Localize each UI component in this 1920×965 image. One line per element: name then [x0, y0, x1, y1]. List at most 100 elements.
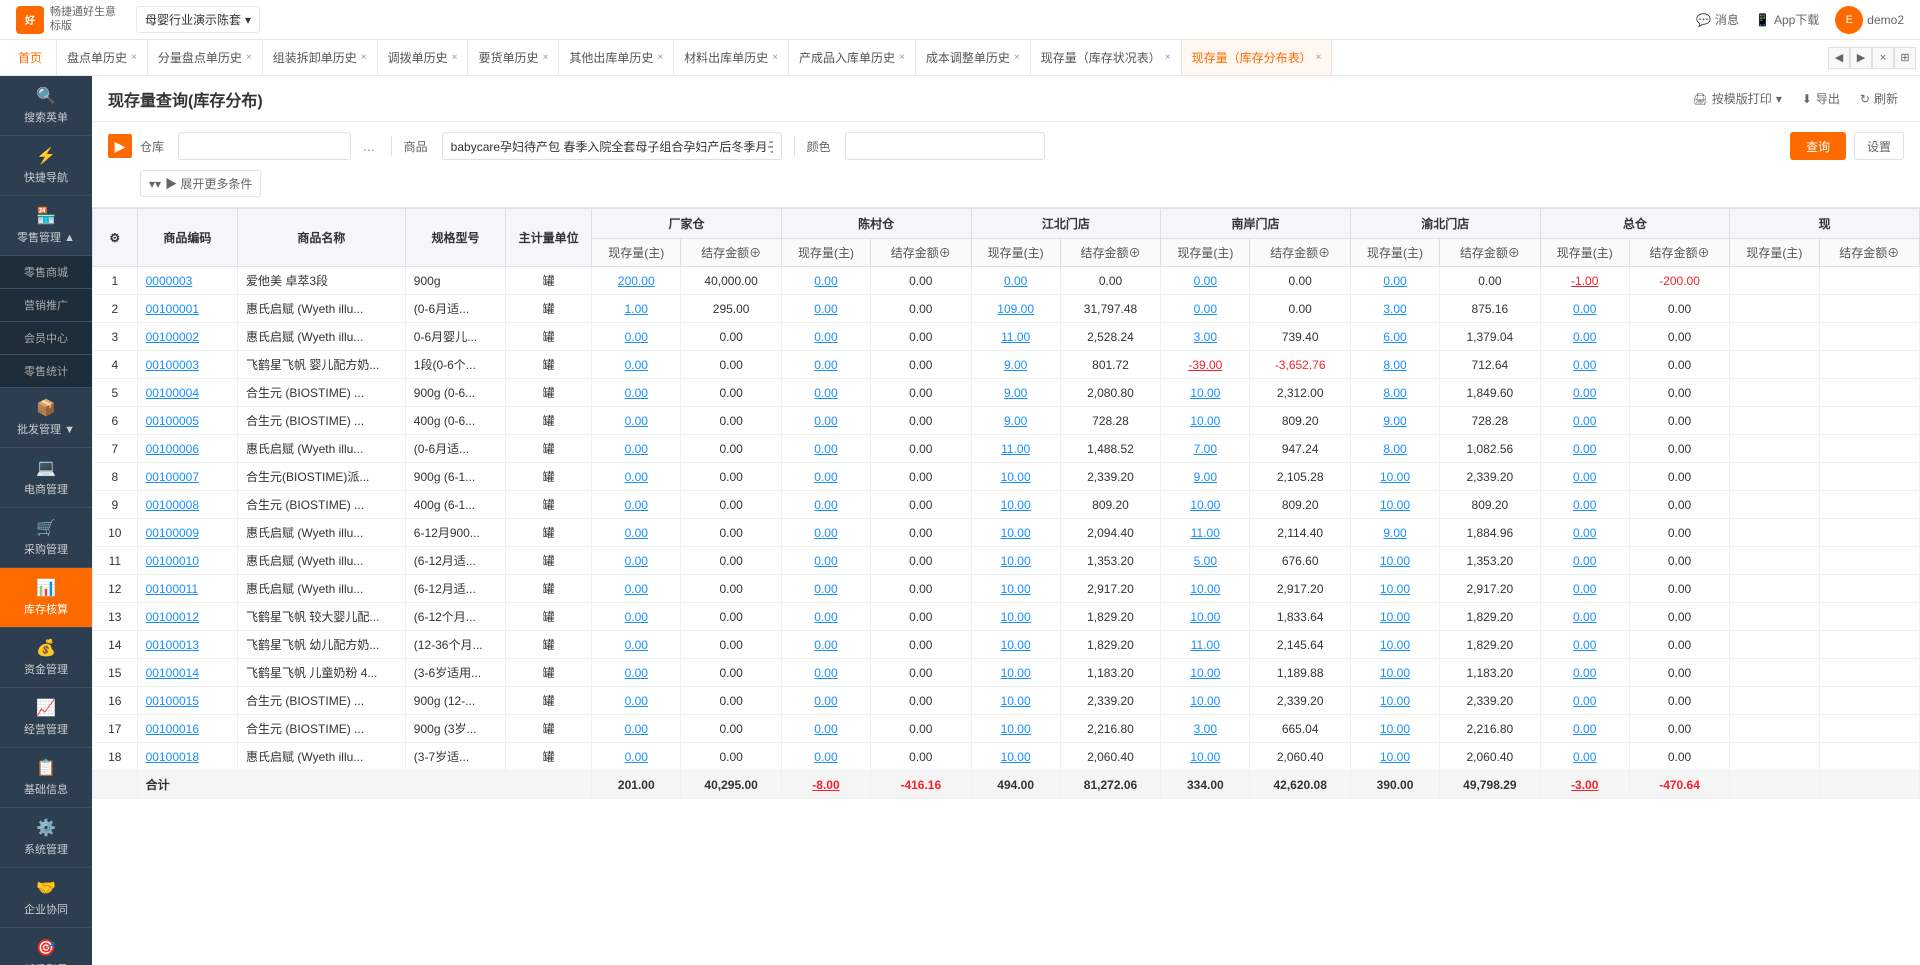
nav-next-button[interactable]: ▶	[1850, 47, 1872, 69]
cell-wh4-qty[interactable]: -39.00	[1161, 351, 1250, 379]
cell-wh2-qty[interactable]: 0.00	[781, 491, 870, 519]
cell-wh1-qty[interactable]: 0.00	[592, 715, 681, 743]
tab-stock-list-branch[interactable]: 分量盘点单历史 ×	[148, 40, 263, 75]
cell-wh4-qty[interactable]: 3.00	[1161, 715, 1250, 743]
close-icon[interactable]: ×	[452, 52, 458, 63]
col-settings-btn[interactable]: ⚙	[93, 209, 138, 267]
cell-wh2-qty[interactable]: 0.00	[781, 659, 870, 687]
cell-code[interactable]: 00100010	[137, 547, 237, 575]
cell-wh5-qty[interactable]: 8.00	[1350, 351, 1439, 379]
cell-wh2-qty[interactable]: 0.00	[781, 631, 870, 659]
warehouse-ellipsis-button[interactable]: ...	[359, 138, 379, 154]
cell-code[interactable]: 0000003	[137, 267, 237, 295]
cell-wh3-qty[interactable]: 9.00	[971, 407, 1060, 435]
sidebar-item-inventory[interactable]: 📊 库存核算	[0, 568, 92, 628]
cell-code[interactable]: 00100009	[137, 519, 237, 547]
cell-wh5-qty[interactable]: 6.00	[1350, 323, 1439, 351]
cell-wh3-qty[interactable]: 0.00	[971, 267, 1060, 295]
cell-wh3-qty[interactable]: 10.00	[971, 519, 1060, 547]
cell-wh1-qty[interactable]: 0.00	[592, 519, 681, 547]
cell-wh2-qty[interactable]: 0.00	[781, 323, 870, 351]
cell-wh5-qty[interactable]: 10.00	[1350, 547, 1439, 575]
cell-wh4-qty[interactable]: 10.00	[1161, 575, 1250, 603]
cell-wh4-qty[interactable]: 10.00	[1161, 379, 1250, 407]
sidebar-item-wholesale[interactable]: 📦 批发管理 ▼	[0, 388, 92, 448]
cell-total-qty[interactable]: -1.00	[1540, 267, 1629, 295]
cell-wh3-qty[interactable]: 11.00	[971, 323, 1060, 351]
sidebar-item-retail[interactable]: 🏪 零售管理 ▲	[0, 196, 92, 256]
sidebar-item-ops[interactable]: 📈 经营管理	[0, 688, 92, 748]
sidebar-item-quick[interactable]: ⚡ 快捷导航	[0, 136, 92, 196]
filter-expand-button[interactable]: ▶	[108, 134, 132, 158]
cell-code[interactable]: 00100001	[137, 295, 237, 323]
cell-wh4-qty[interactable]: 10.00	[1161, 603, 1250, 631]
tab-transfer[interactable]: 调拨单历史 ×	[378, 40, 469, 75]
close-icon[interactable]: ×	[772, 52, 778, 63]
cell-wh3-qty[interactable]: 10.00	[971, 743, 1060, 771]
close-icon[interactable]: ×	[542, 52, 548, 63]
cell-code[interactable]: 00100012	[137, 603, 237, 631]
cell-wh5-qty[interactable]: 10.00	[1350, 603, 1439, 631]
export-button[interactable]: ⬇ 导出	[1796, 86, 1846, 111]
cell-total-qty[interactable]: 0.00	[1540, 687, 1629, 715]
cell-code[interactable]: 00100014	[137, 659, 237, 687]
color-input[interactable]	[845, 132, 1045, 160]
close-icon[interactable]: ×	[131, 52, 137, 63]
cell-wh2-qty[interactable]: 0.00	[781, 743, 870, 771]
print-button[interactable]: 🖨 按模版打印 ▾	[1687, 86, 1788, 111]
cell-wh1-qty[interactable]: 0.00	[592, 687, 681, 715]
close-icon[interactable]: ×	[1316, 52, 1322, 63]
cell-wh4-qty[interactable]: 5.00	[1161, 547, 1250, 575]
store-selector[interactable]: 母婴行业演示陈套 ▾	[136, 6, 260, 33]
cell-total-qty[interactable]: 0.00	[1540, 295, 1629, 323]
settings-button[interactable]: 设置	[1854, 132, 1904, 160]
more-filter-button[interactable]: ▾▾ ▶ 展开更多条件	[140, 170, 261, 197]
cell-wh4-qty[interactable]: 7.00	[1161, 435, 1250, 463]
cell-wh5-qty[interactable]: 10.00	[1350, 687, 1439, 715]
tab-cost-adjust[interactable]: 成本调整单历史 ×	[916, 40, 1031, 75]
cell-wh3-qty[interactable]: 10.00	[971, 547, 1060, 575]
sidebar-item-marketing[interactable]: 营销推广	[0, 289, 92, 322]
cell-wh1-qty[interactable]: 0.00	[592, 547, 681, 575]
cell-code[interactable]: 00100011	[137, 575, 237, 603]
cell-total-qty[interactable]: 0.00	[1540, 519, 1629, 547]
cell-wh5-qty[interactable]: 10.00	[1350, 463, 1439, 491]
tab-home[interactable]: 首页	[4, 40, 57, 75]
cell-wh3-qty[interactable]: 10.00	[971, 659, 1060, 687]
cell-total-qty[interactable]: 0.00	[1540, 351, 1629, 379]
cell-wh1-qty[interactable]: 1.00	[592, 295, 681, 323]
cell-wh1-qty[interactable]: 0.00	[592, 435, 681, 463]
tab-stock-status[interactable]: 现存量（库存状况表） ×	[1031, 40, 1182, 75]
cell-wh1-qty[interactable]: 0.00	[592, 491, 681, 519]
search-button[interactable]: 查询	[1790, 132, 1846, 160]
cell-wh2-qty[interactable]: 0.00	[781, 603, 870, 631]
sidebar-item-system[interactable]: ⚙️ 系统管理	[0, 808, 92, 868]
cell-wh3-qty[interactable]: 109.00	[971, 295, 1060, 323]
sidebar-item-member[interactable]: 会员中心	[0, 322, 92, 355]
cell-wh5-qty[interactable]: 0.00	[1350, 267, 1439, 295]
cell-wh3-qty[interactable]: 9.00	[971, 379, 1060, 407]
cell-wh5-qty[interactable]: 10.00	[1350, 491, 1439, 519]
cell-wh2-qty[interactable]: 0.00	[781, 351, 870, 379]
cell-wh4-qty[interactable]: 3.00	[1161, 323, 1250, 351]
cell-wh2-qty[interactable]: 0.00	[781, 547, 870, 575]
goods-input[interactable]	[442, 132, 782, 160]
sidebar-item-basic[interactable]: 📋 基础信息	[0, 748, 92, 808]
cell-wh5-qty[interactable]: 10.00	[1350, 659, 1439, 687]
cell-wh4-qty[interactable]: 0.00	[1161, 267, 1250, 295]
cell-wh1-qty[interactable]: 200.00	[592, 267, 681, 295]
tab-requisition[interactable]: 要货单历史 ×	[468, 40, 559, 75]
cell-wh2-qty[interactable]: 0.00	[781, 379, 870, 407]
tab-other-out[interactable]: 其他出库单历史 ×	[559, 40, 674, 75]
cell-wh1-qty[interactable]: 0.00	[592, 631, 681, 659]
cell-wh1-qty[interactable]: 0.00	[592, 351, 681, 379]
cell-wh3-qty[interactable]: 9.00	[971, 351, 1060, 379]
sidebar-item-finance[interactable]: 💰 资金管理	[0, 628, 92, 688]
cell-code[interactable]: 00100018	[137, 743, 237, 771]
sidebar-item-retail-stats[interactable]: 零售统计	[0, 355, 92, 388]
cell-wh1-qty[interactable]: 0.00	[592, 407, 681, 435]
cell-wh5-qty[interactable]: 10.00	[1350, 715, 1439, 743]
cell-wh1-qty[interactable]: 0.00	[592, 323, 681, 351]
cell-wh4-qty[interactable]: 11.00	[1161, 519, 1250, 547]
cell-wh1-qty[interactable]: 0.00	[592, 659, 681, 687]
